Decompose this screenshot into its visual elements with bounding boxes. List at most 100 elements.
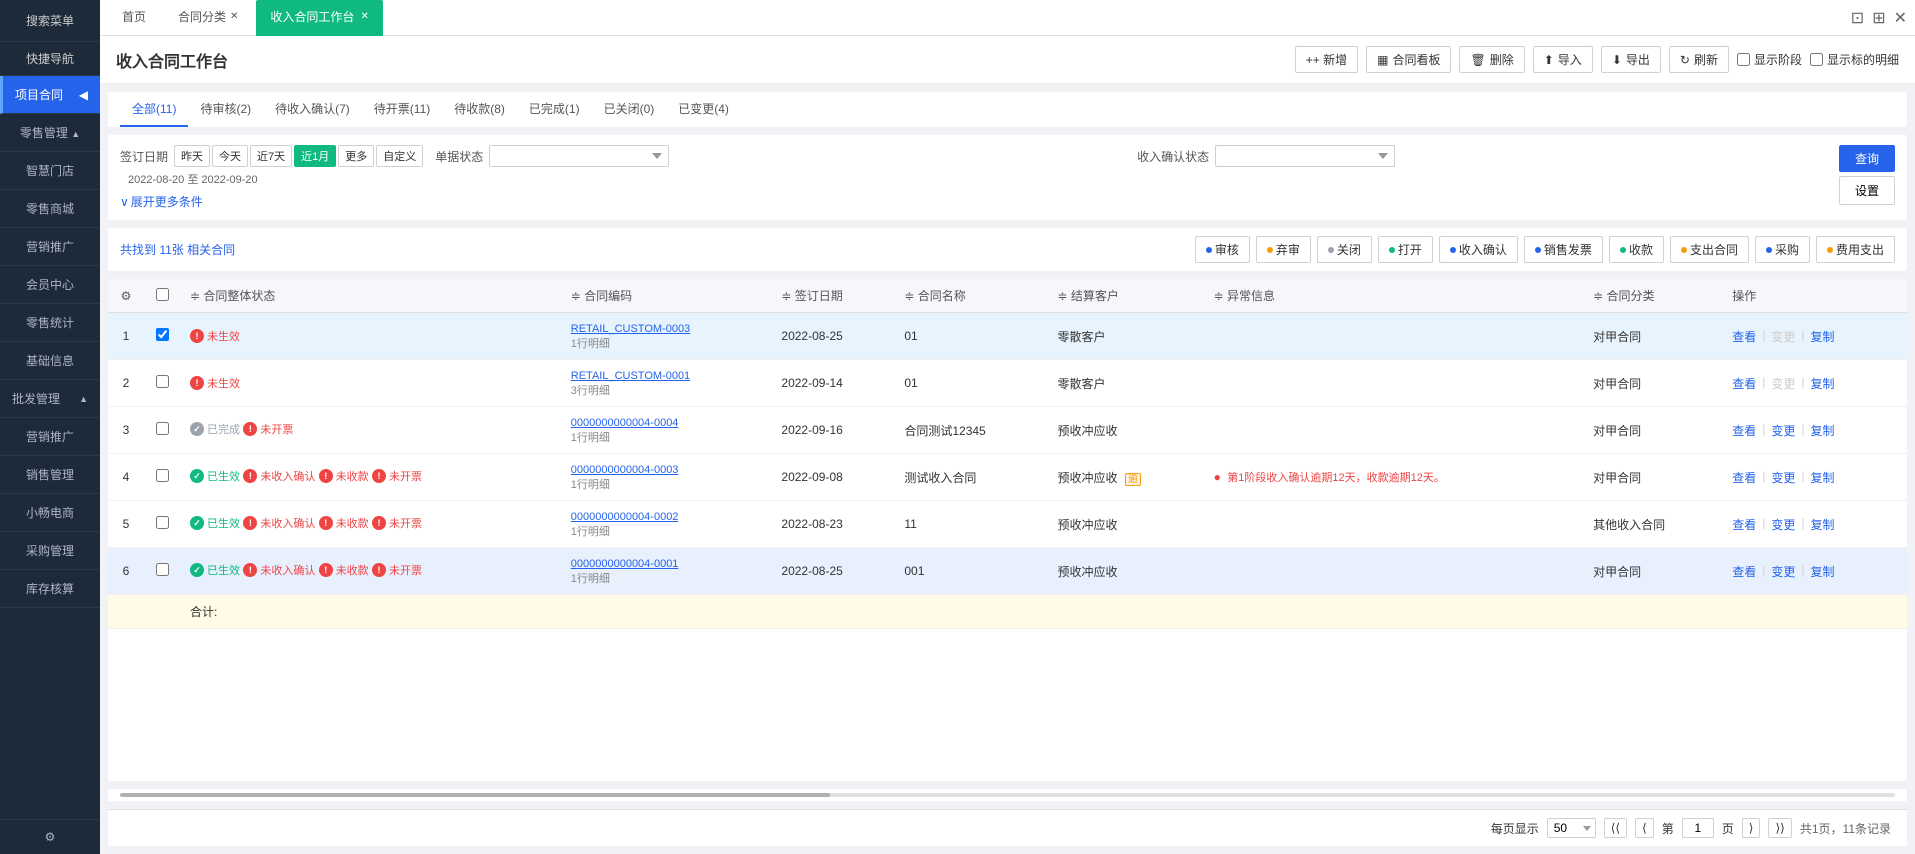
- contract-link[interactable]: RETAIL_CUSTOM-0001: [571, 370, 690, 382]
- tab-bar-close-icon[interactable]: ✕: [1894, 8, 1907, 28]
- action-copy[interactable]: 复制: [1810, 516, 1834, 533]
- doc-status-select[interactable]: [489, 145, 669, 167]
- action-copy[interactable]: 复制: [1810, 469, 1834, 486]
- export-button[interactable]: ⬇ 导出: [1601, 46, 1661, 73]
- show-details-input[interactable]: [1810, 53, 1823, 66]
- date-btn-custom[interactable]: 自定义: [376, 145, 423, 167]
- last-page-btn[interactable]: ⟩⟩: [1768, 818, 1791, 838]
- sidebar-item-inventory[interactable]: 库存核算: [0, 570, 100, 608]
- close-contract-btn[interactable]: 关闭: [1317, 236, 1372, 263]
- action-edit[interactable]: 变更: [1771, 469, 1795, 486]
- sidebar-settings[interactable]: ⚙: [0, 819, 100, 854]
- expand-more-btn[interactable]: ∨ 展开更多条件: [120, 193, 1827, 210]
- contract-link[interactable]: 0000000000004-0004: [571, 417, 679, 429]
- date-btn-today[interactable]: 今天: [212, 145, 248, 167]
- filter-tab-all[interactable]: 全部(11): [120, 92, 188, 127]
- action-view[interactable]: 查看: [1732, 469, 1756, 486]
- col-settings[interactable]: ⚙: [108, 279, 144, 313]
- tab-bar-maximize-icon[interactable]: ⊞: [1872, 8, 1885, 28]
- row-checkbox[interactable]: [156, 563, 169, 576]
- sidebar-item-ecommerce[interactable]: 零售商城: [0, 190, 100, 228]
- sidebar-item-project[interactable]: 项目合同 ◀: [0, 76, 100, 114]
- page-number-input[interactable]: [1682, 818, 1714, 838]
- sidebar-item-sales[interactable]: 销售管理: [0, 456, 100, 494]
- open-contract-btn[interactable]: 打开: [1378, 236, 1433, 263]
- action-copy[interactable]: 复制: [1810, 563, 1834, 580]
- income-confirm-select[interactable]: [1215, 145, 1395, 167]
- sidebar-item-basic[interactable]: 基础信息: [0, 342, 100, 380]
- action-edit[interactable]: 变更: [1771, 328, 1795, 345]
- next-page-btn[interactable]: ⟩: [1742, 818, 1761, 838]
- row-checkbox[interactable]: [156, 422, 169, 435]
- action-view[interactable]: 查看: [1732, 375, 1756, 392]
- page-size-select[interactable]: 50 100 200: [1547, 818, 1596, 838]
- setting-button[interactable]: 设置: [1839, 176, 1895, 205]
- expense-contract-btn[interactable]: 支出合同: [1670, 236, 1749, 263]
- filter-tab-pending-review[interactable]: 待审核(2): [188, 92, 263, 127]
- sidebar-item-member[interactable]: 会员中心: [0, 266, 100, 304]
- action-edit[interactable]: 变更: [1771, 375, 1795, 392]
- contract-link[interactable]: RETAIL_CUSTOM-0003: [571, 323, 690, 335]
- row-checkbox[interactable]: [156, 328, 169, 341]
- show-fields-input[interactable]: [1737, 53, 1750, 66]
- filter-tab-changed[interactable]: 已变更(4): [666, 92, 741, 127]
- delete-button[interactable]: 🗑 删除: [1459, 46, 1524, 73]
- refresh-button[interactable]: ↻ 刷新: [1669, 46, 1729, 73]
- show-details-checkbox[interactable]: 显示标的明细: [1810, 51, 1899, 68]
- tab-contract-type[interactable]: 合同分类 ✕: [164, 0, 252, 36]
- filter-tab-pending-payment[interactable]: 待收款(8): [442, 92, 517, 127]
- select-all-checkbox[interactable]: [156, 288, 169, 301]
- date-btn-yesterday[interactable]: 昨天: [174, 145, 210, 167]
- action-view[interactable]: 查看: [1732, 516, 1756, 533]
- new-button[interactable]: + + 新增: [1295, 46, 1358, 73]
- filter-tab-completed[interactable]: 已完成(1): [517, 92, 592, 127]
- sidebar-item-marketing2[interactable]: 营销推广: [0, 418, 100, 456]
- scroll-thumb[interactable]: [120, 793, 830, 797]
- sidebar-item-retail[interactable]: 零售管理 ▲: [0, 114, 100, 152]
- tab-contract-type-close[interactable]: ✕: [230, 11, 238, 22]
- income-confirm-btn[interactable]: 收入确认: [1439, 236, 1518, 263]
- action-copy[interactable]: 复制: [1810, 422, 1834, 439]
- row-checkbox[interactable]: [156, 516, 169, 529]
- filter-tab-pending-confirm[interactable]: 待收入确认(7): [263, 92, 362, 127]
- import-button[interactable]: ⬆ 导入: [1533, 46, 1593, 73]
- action-view[interactable]: 查看: [1732, 422, 1756, 439]
- filter-tab-closed[interactable]: 已关闭(0): [592, 92, 667, 127]
- sidebar-item-stats[interactable]: 零售统计: [0, 304, 100, 342]
- action-edit[interactable]: 变更: [1771, 563, 1795, 580]
- action-copy[interactable]: 复制: [1810, 375, 1834, 392]
- tab-income-workbench-close[interactable]: ✕: [360, 11, 368, 22]
- tab-home[interactable]: 首页: [108, 0, 160, 36]
- kanban-button[interactable]: ▦ 合同看板: [1366, 46, 1451, 73]
- contract-link[interactable]: 0000000000004-0001: [571, 558, 679, 570]
- contract-link[interactable]: 0000000000004-0003: [571, 464, 679, 476]
- sidebar-item-marketing[interactable]: 营销推广: [0, 228, 100, 266]
- action-view[interactable]: 查看: [1732, 563, 1756, 580]
- action-view[interactable]: 查看: [1732, 328, 1756, 345]
- sidebar-item-smart-store[interactable]: 智慧门店: [0, 152, 100, 190]
- row-checkbox[interactable]: [156, 375, 169, 388]
- contract-link[interactable]: 0000000000004-0002: [571, 511, 679, 523]
- action-copy[interactable]: 复制: [1810, 328, 1834, 345]
- horizontal-scrollbar[interactable]: [108, 789, 1907, 801]
- date-btn-7days[interactable]: 近7天: [250, 145, 292, 167]
- abandon-btn[interactable]: 弃审: [1256, 236, 1311, 263]
- action-edit[interactable]: 变更: [1771, 422, 1795, 439]
- show-fields-checkbox[interactable]: 显示阶段: [1737, 51, 1802, 68]
- row-checkbox[interactable]: [156, 469, 169, 482]
- tab-income-workbench[interactable]: 收入合同工作台 ✕: [256, 0, 382, 36]
- prev-page-btn[interactable]: ⟨: [1635, 818, 1654, 838]
- audit-btn[interactable]: 审核: [1195, 236, 1250, 263]
- sidebar-item-wholesale[interactable]: 批发管理 ▲: [0, 380, 100, 418]
- sidebar-search[interactable]: 搜索菜单: [0, 0, 100, 42]
- purchase-btn[interactable]: 采购: [1755, 236, 1810, 263]
- date-btn-1month[interactable]: 近1月: [294, 145, 336, 167]
- action-edit[interactable]: 变更: [1771, 516, 1795, 533]
- collection-btn[interactable]: 收款: [1609, 236, 1664, 263]
- sidebar-item-purchase[interactable]: 采购管理: [0, 532, 100, 570]
- search-button[interactable]: 查询: [1839, 145, 1895, 172]
- expense-out-btn[interactable]: 费用支出: [1816, 236, 1895, 263]
- sidebar-quick-nav[interactable]: 快捷导航: [0, 42, 100, 76]
- first-page-btn[interactable]: ⟨⟨: [1604, 818, 1627, 838]
- tab-bar-restore-icon[interactable]: ⊡: [1851, 8, 1864, 28]
